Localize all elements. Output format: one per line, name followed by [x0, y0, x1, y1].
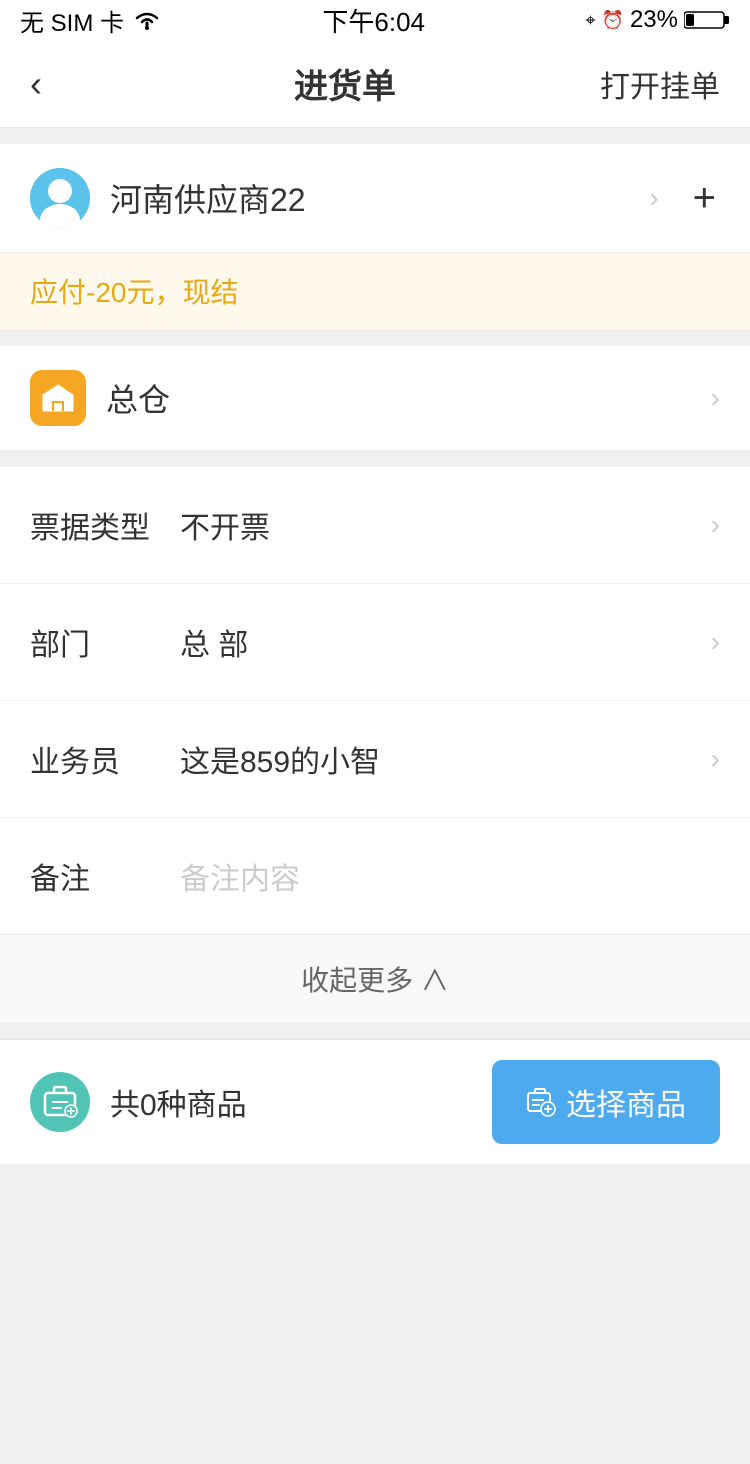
salesperson-value: 这是859的小智: [170, 737, 711, 781]
battery-icon: [684, 9, 730, 31]
section-divider-4: [0, 1023, 750, 1039]
salesperson-label: 业务员: [30, 737, 170, 781]
invoice-value: 不开票: [170, 503, 711, 547]
page-title: 进货单: [294, 59, 396, 108]
back-button[interactable]: ‹: [30, 63, 90, 105]
wifi-icon: [132, 9, 162, 31]
invoice-chevron-icon: ›: [711, 509, 720, 541]
status-left: 无 SIM 卡: [20, 3, 162, 38]
supplier-actions: › +: [649, 176, 720, 221]
supplier-row[interactable]: 河南供应商22 › +: [0, 144, 750, 253]
battery-label: 23%: [630, 6, 678, 34]
notice-banner: 应付-20元，现结: [0, 253, 750, 329]
add-supplier-button[interactable]: +: [689, 176, 720, 221]
product-icon: [30, 1072, 90, 1132]
open-pending-button[interactable]: 打开挂单: [600, 62, 720, 106]
nav-bar: ‹ 进货单 打开挂单: [0, 40, 750, 128]
location-icon: ⌖: [585, 10, 595, 31]
notice-text: 应付-20元，现结: [30, 277, 238, 308]
department-label: 部门: [30, 620, 170, 664]
status-bar: 无 SIM 卡 下午6:04 ⌖ ⏰ 23%: [0, 0, 750, 40]
product-count-label: 共0种商品: [110, 1080, 492, 1124]
department-row[interactable]: 部门 总 部 ›: [0, 583, 750, 700]
salesperson-chevron-icon: ›: [711, 743, 720, 775]
warehouse-section: 总仓 ›: [0, 345, 750, 450]
select-product-button[interactable]: 选择商品: [492, 1060, 720, 1144]
warehouse-icon: [30, 370, 86, 426]
remark-label: 备注: [30, 854, 170, 898]
department-value: 总 部: [170, 620, 711, 664]
supplier-avatar: [30, 168, 90, 228]
remark-row[interactable]: 备注 备注内容: [0, 817, 750, 934]
alarm-icon: ⏰: [602, 10, 624, 31]
section-divider-2: [0, 329, 750, 345]
department-chevron-icon: ›: [711, 626, 720, 658]
section-divider-1: [0, 128, 750, 144]
warehouse-row[interactable]: 总仓 ›: [0, 345, 750, 450]
form-section: 票据类型 不开票 › 部门 总 部 › 业务员 这是859的小智 › 备注 备注…: [0, 466, 750, 934]
salesperson-row[interactable]: 业务员 这是859的小智 ›: [0, 700, 750, 817]
invoice-label: 票据类型: [30, 503, 170, 547]
supplier-name: 河南供应商22: [110, 175, 649, 221]
collapse-label: 收起更多 ∧: [301, 959, 449, 999]
bottom-product-bar: 共0种商品 选择商品: [0, 1039, 750, 1164]
invoice-type-row[interactable]: 票据类型 不开票 ›: [0, 466, 750, 583]
carrier-label: 无 SIM 卡: [20, 3, 124, 38]
status-right: ⌖ ⏰ 23%: [585, 6, 730, 34]
remark-input[interactable]: 备注内容: [170, 854, 720, 898]
status-time: 下午6:04: [322, 2, 425, 39]
supplier-section: 河南供应商22 › + 应付-20元，现结: [0, 144, 750, 329]
section-divider-3: [0, 450, 750, 466]
supplier-chevron-icon: ›: [649, 182, 658, 214]
select-product-label: 选择商品: [566, 1080, 686, 1124]
gray-background: [0, 1164, 750, 1464]
warehouse-name: 总仓: [106, 375, 711, 421]
collapse-button[interactable]: 收起更多 ∧: [0, 934, 750, 1023]
warehouse-chevron-icon: ›: [711, 382, 720, 414]
